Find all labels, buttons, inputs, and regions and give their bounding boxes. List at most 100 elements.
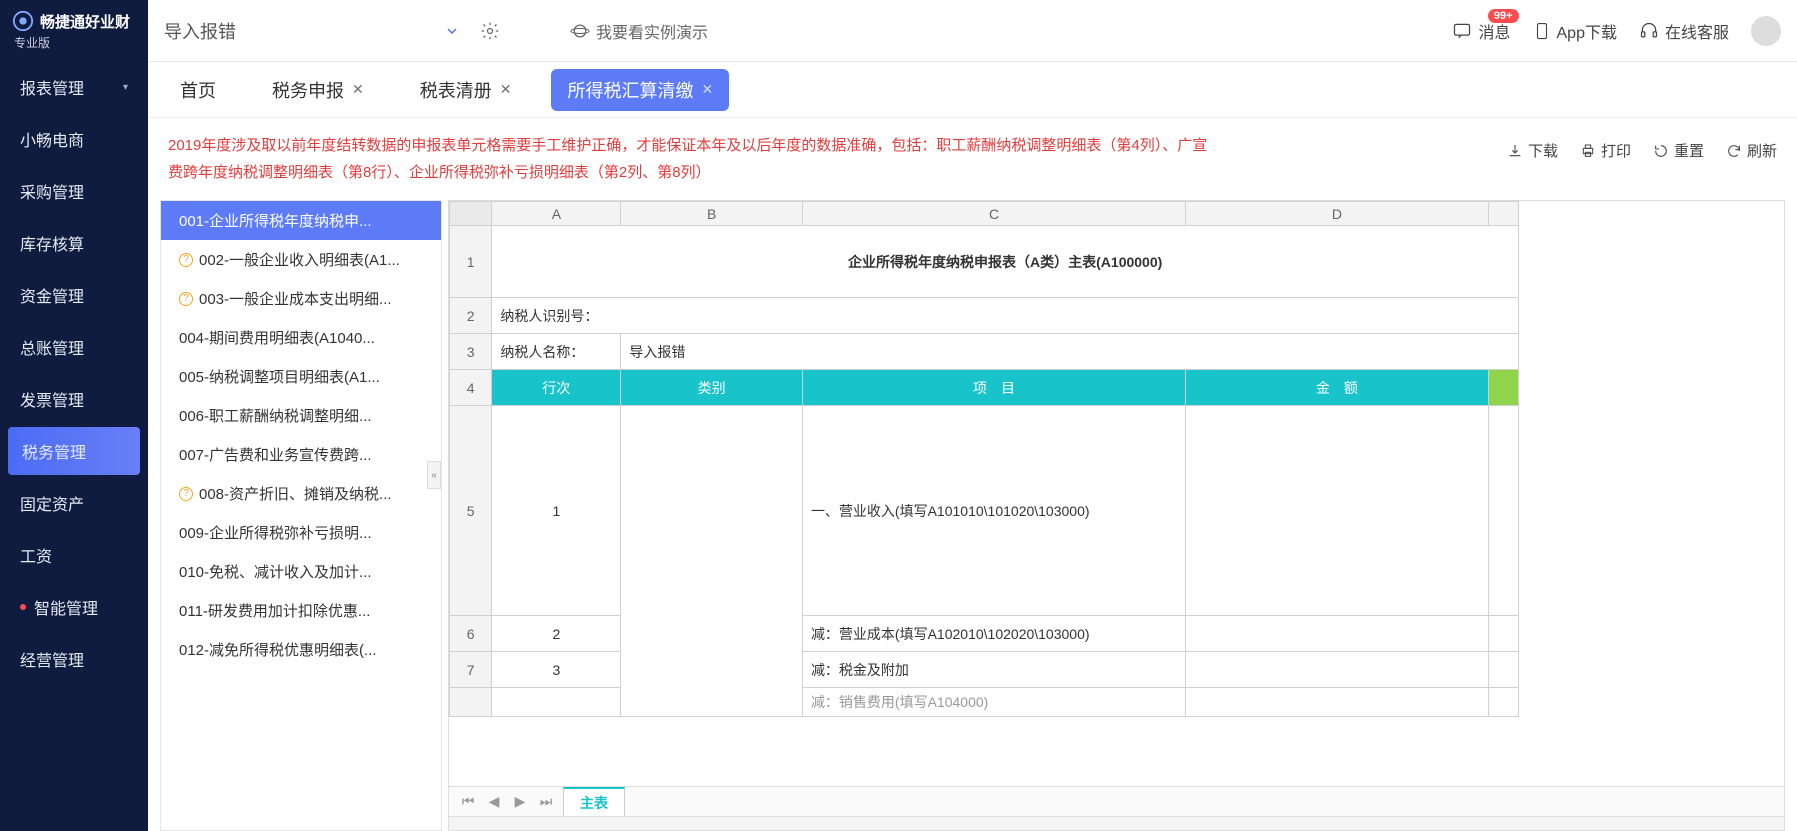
content: 001-企业所得税年度纳税申... ?002-一般企业收入明细表(A1... ?… xyxy=(148,194,1797,831)
form-item-008[interactable]: ?008-资产折旧、摊销及纳税... xyxy=(161,474,441,513)
col-header-extra[interactable] xyxy=(1488,202,1518,226)
reset-button[interactable]: 重置 xyxy=(1653,140,1704,161)
row-header-4[interactable]: 4 xyxy=(450,370,492,406)
form-item-006[interactable]: 006-职工薪酬纳税调整明细... xyxy=(161,396,441,435)
planet-icon xyxy=(570,21,590,41)
close-icon[interactable]: ✕ xyxy=(500,81,512,98)
cell-7a[interactable]: 3 xyxy=(492,652,621,688)
sidebar-item-ledger[interactable]: 总账管理 xyxy=(0,321,148,373)
avatar[interactable] xyxy=(1751,16,1781,46)
row-header-8[interactable] xyxy=(450,688,492,717)
sidebar-item-reports[interactable]: 报表管理▾ xyxy=(0,61,148,113)
col-header-b[interactable]: B xyxy=(621,202,803,226)
taxpayer-id-label[interactable]: 纳税人识别号： xyxy=(492,298,1519,334)
logo-area: 畅捷通好业财 专业版 xyxy=(0,0,148,55)
sheet-nav-first[interactable]: ⏮ xyxy=(459,793,477,811)
sidebar-item-ecommerce[interactable]: 小畅电商 xyxy=(0,113,148,165)
col-header-c[interactable]: C xyxy=(802,202,1185,226)
topbar: 导入报错 我要看实例演示 消息 99+ xyxy=(148,0,1797,62)
cell-8c[interactable]: 减：销售费用(填写A104000) xyxy=(802,688,1185,717)
close-icon[interactable]: ✕ xyxy=(352,81,364,98)
sidebar-item-invoice[interactable]: 发票管理 xyxy=(0,373,148,425)
hint-icon: ? xyxy=(179,253,193,267)
sidebar-item-salary[interactable]: 工资 xyxy=(0,529,148,581)
logo-sub: 专业版 xyxy=(14,34,136,51)
taxpayer-name-value[interactable]: 导入报错 xyxy=(621,334,1519,370)
cell-5e[interactable] xyxy=(1488,406,1518,616)
col-header-d[interactable]: D xyxy=(1186,202,1489,226)
sidebar-item-assets[interactable]: 固定资产 xyxy=(0,477,148,529)
header-extra[interactable] xyxy=(1488,370,1518,406)
tab-tax-list[interactable]: 税表清册✕ xyxy=(404,69,528,111)
sheet-title-cell[interactable]: 企业所得税年度纳税申报表（A类）主表(A100000) xyxy=(492,226,1519,298)
form-item-005[interactable]: 005-纳税调整项目明细表(A1... xyxy=(161,357,441,396)
tab-tax-declare[interactable]: 税务申报✕ xyxy=(256,69,380,111)
sidebar-item-inventory[interactable]: 库存核算 xyxy=(0,217,148,269)
cell-7d[interactable] xyxy=(1186,652,1489,688)
row-header-3[interactable]: 3 xyxy=(450,334,492,370)
sheet-nav-next[interactable]: ▶ xyxy=(511,793,529,811)
form-item-004[interactable]: 004-期间费用明细表(A1040... xyxy=(161,318,441,357)
form-item-010[interactable]: 010-免税、减计收入及加计... xyxy=(161,552,441,591)
sidebar-item-tax[interactable]: 税务管理 xyxy=(8,427,140,475)
cell-6d[interactable] xyxy=(1186,616,1489,652)
collapse-handle[interactable]: « xyxy=(427,461,441,489)
row-header-6[interactable]: 6 xyxy=(450,616,492,652)
phone-icon xyxy=(1533,21,1551,41)
download-button[interactable]: 下载 xyxy=(1507,140,1558,161)
cell-5a[interactable]: 1 xyxy=(492,406,621,616)
form-item-012[interactable]: 012-减免所得税优惠明细表(... xyxy=(161,630,441,669)
headset-icon xyxy=(1639,21,1659,41)
cell-6e[interactable] xyxy=(1488,616,1518,652)
tab-income-tax[interactable]: 所得税汇算清缴✕ xyxy=(551,69,729,111)
cell-5b[interactable] xyxy=(621,406,803,717)
form-item-007[interactable]: 007-广告费和业务宣传费跨... xyxy=(161,435,441,474)
row-header-1[interactable]: 1 xyxy=(450,226,492,298)
header-item[interactable]: 项 目 xyxy=(802,370,1185,406)
form-item-001[interactable]: 001-企业所得税年度纳税申... xyxy=(161,201,441,240)
print-button[interactable]: 打印 xyxy=(1580,140,1631,161)
form-item-003[interactable]: ?003-一般企业成本支出明细... xyxy=(161,279,441,318)
header-rownum[interactable]: 行次 xyxy=(492,370,621,406)
close-icon[interactable]: ✕ xyxy=(701,81,713,98)
row-header-2[interactable]: 2 xyxy=(450,298,492,334)
cell-6c[interactable]: 减：营业成本(填写A102010\102020\103000) xyxy=(802,616,1185,652)
form-item-011[interactable]: 011-研发费用加计扣除优惠... xyxy=(161,591,441,630)
taxpayer-name-label[interactable]: 纳税人名称： xyxy=(492,334,621,370)
horizontal-scrollbar[interactable] xyxy=(449,816,1784,830)
sheet-nav-prev[interactable]: ◀ xyxy=(485,793,503,811)
cell-7c[interactable]: 减：税金及附加 xyxy=(802,652,1185,688)
form-item-002[interactable]: ?002-一般企业收入明细表(A1... xyxy=(161,240,441,279)
sheet-tab-main[interactable]: 主表 xyxy=(563,787,625,817)
cell-8d[interactable] xyxy=(1186,688,1489,717)
cell-5c[interactable]: 一、营业收入(填写A101010\101020\103000) xyxy=(802,406,1185,616)
grid-scroll[interactable]: A B C D 1 企业所得税年度纳税申报表（A类）主表(A100000) 2 xyxy=(449,201,1784,786)
message-button[interactable]: 消息 99+ xyxy=(1452,19,1510,43)
reset-icon xyxy=(1653,143,1669,159)
grid-corner[interactable] xyxy=(450,202,492,226)
header-category[interactable]: 类别 xyxy=(621,370,803,406)
header-amount[interactable]: 金 额 xyxy=(1186,370,1489,406)
cell-8e[interactable] xyxy=(1488,688,1518,717)
tab-home[interactable]: 首页 xyxy=(164,69,232,111)
sheet-nav-last[interactable]: ⏭ xyxy=(537,793,555,811)
cell-7e[interactable] xyxy=(1488,652,1518,688)
settings-button[interactable] xyxy=(480,21,500,41)
sidebar-item-smart[interactable]: 智能管理 xyxy=(0,581,148,633)
cell-6a[interactable]: 2 xyxy=(492,616,621,652)
row-header-7[interactable]: 7 xyxy=(450,652,492,688)
demo-link[interactable]: 我要看实例演示 xyxy=(570,19,708,43)
title-dropdown[interactable] xyxy=(444,23,460,39)
sidebar-item-business[interactable]: 经营管理 xyxy=(0,633,148,685)
row-header-5[interactable]: 5 xyxy=(450,406,492,616)
form-item-009[interactable]: 009-企业所得税弥补亏损明... xyxy=(161,513,441,552)
sidebar-item-purchase[interactable]: 采购管理 xyxy=(0,165,148,217)
customer-service-button[interactable]: 在线客服 xyxy=(1639,19,1729,43)
col-header-a[interactable]: A xyxy=(492,202,621,226)
download-icon xyxy=(1507,143,1523,159)
cell-8a[interactable] xyxy=(492,688,621,717)
app-download-button[interactable]: App下载 xyxy=(1533,19,1617,43)
cell-5d[interactable] xyxy=(1186,406,1489,616)
sidebar-item-funds[interactable]: 资金管理 xyxy=(0,269,148,321)
refresh-button[interactable]: 刷新 xyxy=(1726,140,1777,161)
